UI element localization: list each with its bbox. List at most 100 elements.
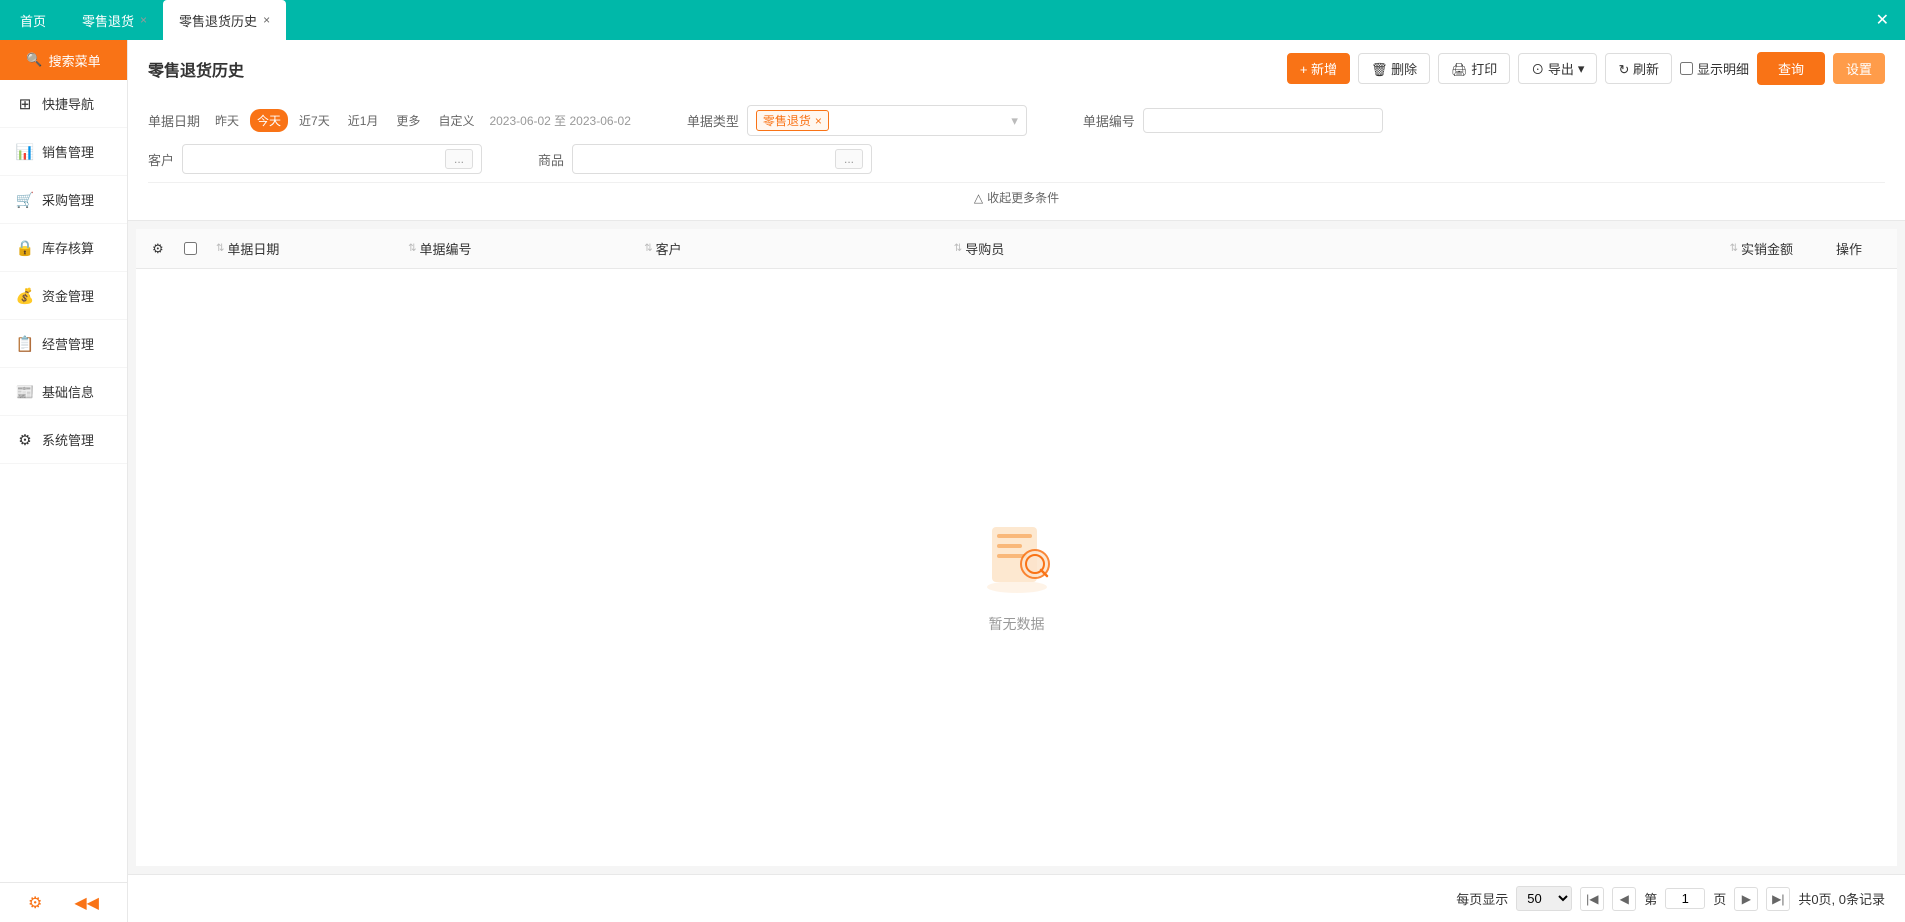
tab-return-history-close[interactable]: ×: [263, 13, 270, 27]
sidebar-gear-icon[interactable]: ⚙: [28, 893, 42, 913]
customer-label: 客户: [148, 150, 174, 169]
inventory-icon: 🔒: [16, 239, 34, 257]
goods-input-group: ...: [572, 144, 872, 174]
sidebar-item-quick-nav[interactable]: ⊞ 快捷导航: [0, 80, 127, 128]
page-size-select[interactable]: 50 10 20 100: [1516, 886, 1572, 911]
sales-mgmt-icon: 📊: [16, 143, 34, 161]
tab-return-close[interactable]: ×: [140, 13, 147, 27]
sidebar-item-system-mgmt[interactable]: ⚙ 系统管理: [0, 416, 127, 464]
goods-label: 商品: [538, 150, 564, 169]
goods-input[interactable]: [581, 152, 831, 167]
th-date: ⇅ 单据日期: [208, 239, 400, 258]
customer-input[interactable]: [191, 152, 441, 167]
doc-type-tag-remove[interactable]: ×: [815, 114, 822, 128]
page-title: 零售退货历史: [148, 57, 244, 81]
page-word: 页: [1713, 889, 1726, 908]
page-header: 零售退货历史 + 新增 🗑 删除 🖨 打印 ⊙ 导出 ▾ ↻ 刷新 显示明细 查…: [128, 40, 1905, 221]
page-last-btn[interactable]: ▶|: [1766, 887, 1790, 911]
tab-return-label: 零售退货: [82, 11, 134, 30]
customer-ellipsis-button[interactable]: ...: [445, 149, 473, 169]
add-button[interactable]: + 新增: [1287, 53, 1350, 84]
print-button[interactable]: 🖨 打印: [1438, 53, 1510, 84]
doc-type-tag-value: 零售退货: [763, 112, 811, 129]
th-guide: ⇅ 导购员: [946, 239, 1182, 258]
topbar-close-icon[interactable]: ✕: [1860, 10, 1905, 30]
sidebar-item-label: 经营管理: [42, 334, 94, 353]
sidebar-items: ⊞ 快捷导航 📊 销售管理 🛒 采购管理 🔒 库存核算 💰 资金管理 📋: [0, 80, 127, 882]
sidebar-item-inventory[interactable]: 🔒 库存核算: [0, 224, 127, 272]
refresh-button[interactable]: ↻ 刷新: [1605, 53, 1672, 84]
date-buttons: 昨天 今天 近7天 近1月 更多 自定义: [208, 109, 481, 132]
th-customer-label: 客户: [656, 239, 682, 258]
collapse-more-btn[interactable]: △ 收起更多条件: [148, 182, 1885, 212]
sidebar-item-purchase-mgmt[interactable]: 🛒 采购管理: [0, 176, 127, 224]
sidebar-search[interactable]: 🔍 搜索菜单: [0, 40, 127, 80]
date-filter-group: 单据日期 昨天 今天 近7天 近1月 更多 自定义 2023-06-02 至 2…: [148, 109, 631, 132]
date-btn-more[interactable]: 更多: [389, 109, 427, 132]
page-title-row: 零售退货历史 + 新增 🗑 删除 🖨 打印 ⊙ 导出 ▾ ↻ 刷新 显示明细 查…: [148, 52, 1885, 85]
purchase-mgmt-icon: 🛒: [16, 191, 34, 209]
th-actions-label: 操作: [1836, 239, 1862, 258]
sidebar-speaker-icon[interactable]: ◀◀: [74, 893, 99, 913]
query-button[interactable]: 查询: [1757, 52, 1825, 85]
goods-ellipsis-button[interactable]: ...: [835, 149, 863, 169]
th-guide-label: 导购员: [965, 239, 1004, 258]
tab-home-label: 首页: [20, 11, 46, 30]
doc-no-input[interactable]: [1143, 108, 1383, 133]
export-button[interactable]: ⊙ 导出 ▾: [1518, 53, 1597, 84]
date-btn-yesterday[interactable]: 昨天: [208, 109, 246, 132]
top-bar: 首页 零售退货 × 零售退货历史 × ✕: [0, 0, 1905, 40]
table-header: ⚙ ⇅ 单据日期 ⇅ 单据编号 ⇅ 客户: [136, 229, 1897, 269]
settings-button[interactable]: 设置: [1833, 53, 1885, 84]
doc-type-select[interactable]: 零售退货 × ▾: [747, 105, 1027, 136]
gear-icon: ⚙: [152, 241, 164, 257]
page-number-input[interactable]: [1665, 888, 1705, 909]
sidebar-item-label: 库存核算: [42, 238, 94, 257]
empty-state: 暂无数据: [136, 269, 1897, 866]
tab-return[interactable]: 零售退货 ×: [66, 0, 163, 40]
th-no: ⇅ 单据编号: [400, 239, 636, 258]
date-btn-7days[interactable]: 近7天: [292, 109, 337, 132]
th-customer: ⇅ 客户: [636, 239, 946, 258]
sidebar-item-finance[interactable]: 💰 资金管理: [0, 272, 127, 320]
table-area: ⚙ ⇅ 单据日期 ⇅ 单据编号 ⇅ 客户: [136, 229, 1897, 866]
sidebar-item-business[interactable]: 📋 经营管理: [0, 320, 127, 368]
tab-return-history[interactable]: 零售退货历史 ×: [163, 0, 286, 40]
sidebar-item-basic-info[interactable]: 📰 基础信息: [0, 368, 127, 416]
select-all-checkbox[interactable]: [184, 242, 197, 255]
show-detail-checkbox[interactable]: [1680, 62, 1693, 75]
page-next-btn[interactable]: ▶: [1734, 887, 1758, 911]
date-btn-custom[interactable]: 自定义: [431, 109, 481, 132]
tab-home[interactable]: 首页: [0, 0, 66, 40]
export-label: ⊙ 导出: [1531, 59, 1574, 78]
business-icon: 📋: [16, 335, 34, 353]
tab-bar: 首页 零售退货 × 零售退货历史 ×: [0, 0, 1860, 40]
quick-nav-icon: ⊞: [16, 95, 34, 113]
page-actions: + 新增 🗑 删除 🖨 打印 ⊙ 导出 ▾ ↻ 刷新 显示明细 查询 设置: [1287, 52, 1885, 85]
total-info: 共0页, 0条记录: [1798, 889, 1885, 908]
show-detail-checkbox-group: 显示明细: [1680, 59, 1749, 78]
customer-input-group: ...: [182, 144, 482, 174]
th-gear[interactable]: ⚙: [144, 241, 176, 257]
date-btn-1month[interactable]: 近1月: [341, 109, 386, 132]
th-amount: ⇅ 实销金额: [1638, 239, 1809, 258]
sidebar-item-sales-mgmt[interactable]: 📊 销售管理: [0, 128, 127, 176]
th-sort-icon-guide: ⇅: [954, 243, 962, 254]
filter-row-2: 客户 ... 商品 ...: [148, 144, 1885, 174]
th-date-label: 单据日期: [227, 239, 279, 258]
sidebar-item-label: 快捷导航: [42, 94, 94, 113]
main-layout: 🔍 搜索菜单 ⊞ 快捷导航 📊 销售管理 🛒 采购管理 🔒 库存核算 💰: [0, 40, 1905, 922]
content-area: 零售退货历史 + 新增 🗑 删除 🖨 打印 ⊙ 导出 ▾ ↻ 刷新 显示明细 查…: [128, 40, 1905, 922]
page-first-btn[interactable]: |◀: [1580, 887, 1604, 911]
sidebar: 🔍 搜索菜单 ⊞ 快捷导航 📊 销售管理 🛒 采购管理 🔒 库存核算 💰: [0, 40, 128, 922]
page-prev-btn[interactable]: ◀: [1612, 887, 1636, 911]
doc-type-label: 单据类型: [687, 111, 739, 130]
date-btn-today[interactable]: 今天: [250, 109, 288, 132]
delete-button[interactable]: 🗑 删除: [1358, 53, 1430, 84]
page-label: 第: [1644, 889, 1657, 908]
customer-filter-group: 客户 ...: [148, 144, 482, 174]
empty-text: 暂无数据: [989, 614, 1045, 634]
th-sort-icon-amount: ⇅: [1730, 243, 1738, 254]
sidebar-item-label: 采购管理: [42, 190, 94, 209]
export-dropdown-icon: ▾: [1578, 61, 1585, 77]
